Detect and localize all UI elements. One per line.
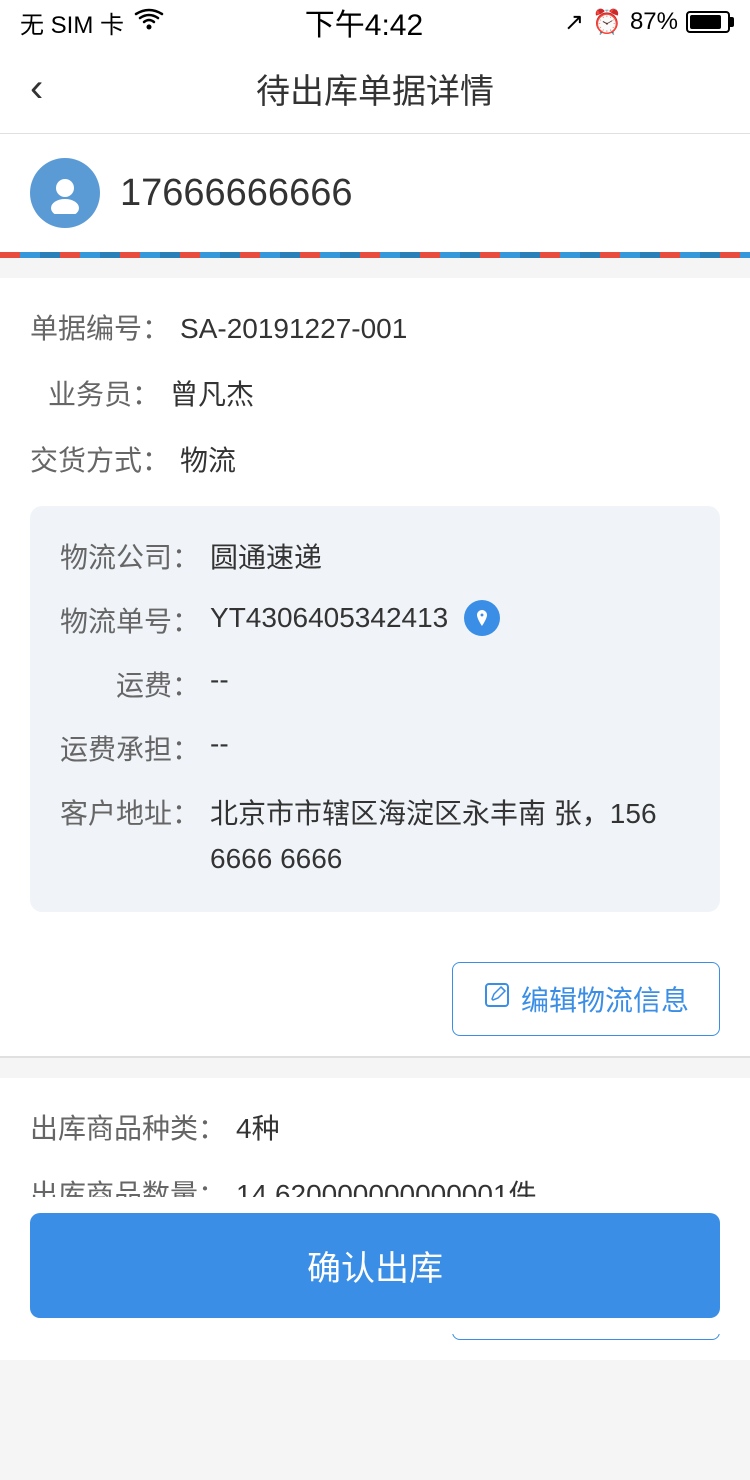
- salesperson-label: 业务员：: [30, 374, 170, 416]
- avatar: [30, 158, 100, 228]
- edit-logistics-button[interactable]: 编辑物流信息: [452, 962, 720, 1036]
- confirm-button[interactable]: 确认出库: [30, 1213, 720, 1318]
- logistics-company-row: 物流公司： 圆通速递: [60, 536, 690, 576]
- status-bar: 无 SIM 卡 下午4:42 ↗ ⏰ 87%: [0, 0, 750, 44]
- tracking-location-icon[interactable]: [464, 600, 500, 636]
- freight-row: 运费： --: [60, 664, 690, 704]
- tracking-no-label: 物流单号：: [60, 600, 210, 640]
- freight-bearer-value: --: [210, 728, 690, 760]
- section-separator: [0, 1056, 750, 1058]
- logistics-company-value: 圆通速递: [210, 536, 690, 576]
- carrier-label: 无 SIM 卡: [20, 5, 124, 40]
- order-info-section: 单据编号： SA-20191227-001 业务员： 曾凡杰 交货方式： 物流 …: [0, 278, 750, 942]
- salesperson-row: 业务员： 曾凡杰: [30, 374, 720, 416]
- battery-percentage: 87%: [630, 8, 678, 36]
- address-label: 客户地址：: [60, 792, 210, 832]
- address-row: 客户地址： 北京市市辖区海淀区永丰南 张，156 6666 6666: [60, 792, 690, 882]
- back-button[interactable]: ‹: [30, 66, 43, 111]
- customer-phone: 17666666666: [120, 172, 352, 215]
- customer-header: 17666666666: [0, 134, 750, 252]
- delivery-type-row: 交货方式： 物流: [30, 440, 720, 482]
- logistics-card: 物流公司： 圆通速递 物流单号： YT4306405342413 运费： --: [30, 506, 720, 912]
- tracking-no-row: 物流单号： YT4306405342413: [60, 600, 690, 640]
- status-bar-left: 无 SIM 卡: [20, 5, 164, 40]
- freight-label: 运费：: [60, 664, 210, 704]
- address-value: 北京市市辖区海淀区永丰南 张，156 6666 6666: [210, 792, 690, 882]
- order-no-row: 单据编号： SA-20191227-001: [30, 308, 720, 350]
- edit-icon: [483, 981, 511, 1016]
- edit-logistics-row: 编辑物流信息: [0, 942, 750, 1056]
- page-title: 待出库单据详情: [256, 64, 494, 113]
- freight-bearer-label: 运费承担：: [60, 728, 210, 768]
- product-types-label: 出库商品种类：: [30, 1108, 236, 1150]
- product-types-value: 4种: [236, 1108, 720, 1150]
- edit-logistics-label: 编辑物流信息: [521, 979, 689, 1019]
- order-no-value: SA-20191227-001: [180, 308, 720, 350]
- delivery-type-value: 物流: [180, 440, 720, 482]
- battery-icon: [686, 11, 730, 33]
- logistics-company-label: 物流公司：: [60, 536, 210, 576]
- tracking-number-text: YT4306405342413: [210, 602, 448, 634]
- status-bar-right: ↗ ⏰ 87%: [564, 8, 730, 37]
- confirm-btn-wrapper: 确认出库: [0, 1197, 750, 1334]
- tracking-no-value: YT4306405342413: [210, 600, 690, 636]
- alarm-icon: ⏰: [592, 8, 622, 37]
- location-status-icon: ↗: [564, 8, 584, 37]
- salesperson-value: 曾凡杰: [170, 374, 720, 416]
- wifi-icon: [134, 8, 164, 37]
- dashed-divider: [0, 252, 750, 258]
- status-bar-time: 下午4:42: [305, 0, 423, 44]
- order-no-label: 单据编号：: [30, 308, 180, 350]
- freight-value: --: [210, 664, 690, 696]
- freight-bearer-row: 运费承担： --: [60, 728, 690, 768]
- delivery-type-label: 交货方式：: [30, 440, 180, 482]
- nav-bar: ‹ 待出库单据详情: [0, 44, 750, 134]
- product-types-row: 出库商品种类： 4种: [30, 1108, 720, 1150]
